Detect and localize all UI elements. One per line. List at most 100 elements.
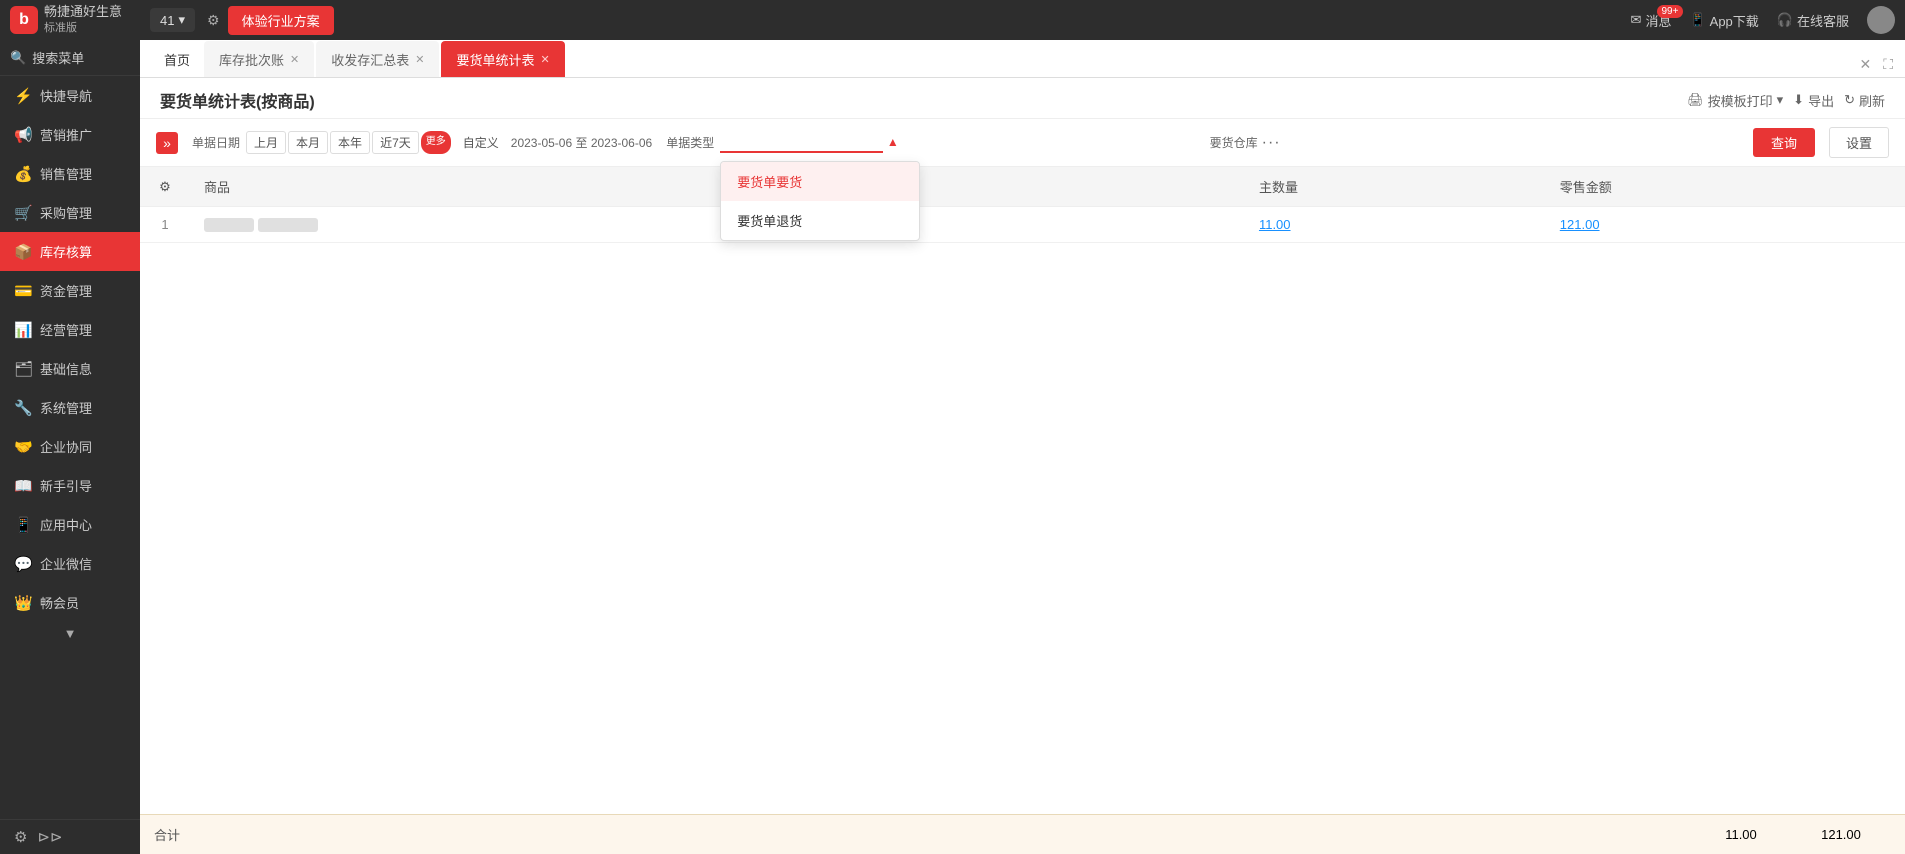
quick-nav-icon: ⚡	[14, 87, 32, 105]
message-icon: ✉	[1631, 12, 1642, 28]
sidebar-item-purchase[interactable]: 🛒 采购管理	[0, 193, 140, 232]
date-filter-group: 单据日期 上月 本月 本年 近7天 更多 自定义 2023-05-06 至 20…	[192, 131, 652, 154]
type-dropdown-container: ▲ 要货单要货 要货单退货	[720, 133, 1195, 153]
export-button[interactable]: ⬇ 导出	[1793, 91, 1834, 110]
col-quantity: 主数量	[1245, 167, 1546, 207]
more-shortcuts-badge[interactable]: 更多	[421, 131, 451, 154]
sidebar-item-basic-info[interactable]: 🗂 基础信息	[0, 349, 140, 388]
filter-bar: » 单据日期 上月 本月 本年 近7天 更多 自定义 2023-05-06 至 …	[140, 119, 1905, 167]
settings-button[interactable]: 设置	[1829, 127, 1889, 158]
dropdown-option-require-return[interactable]: 要货单退货	[721, 201, 919, 240]
tab-receivable-summary[interactable]: 收发存汇总表 ✕	[316, 41, 439, 77]
basic-info-icon: 🗂	[14, 360, 32, 378]
shortcut-this-year[interactable]: 本年	[330, 131, 370, 154]
shortcut-last-month[interactable]: 上月	[246, 131, 286, 154]
table-header-row: ⚙ 商品 主计量单位 主数量 零售金额	[140, 167, 1905, 207]
tab-close-order-summary[interactable]: ✕	[541, 53, 550, 66]
logo: b 畅捷通好生意 标准版	[10, 4, 150, 35]
type-filter-group: 单据类型 ▲ 要货单要货 要货单退货	[666, 133, 1195, 153]
search-icon: 🔍	[10, 50, 26, 66]
inventory-icon: 📦	[14, 243, 32, 261]
sales-icon: 💰	[14, 165, 32, 183]
custom-date-button[interactable]: 自定义	[457, 132, 505, 153]
topbar-right: ✉ 消息 99+ 📱 App下载 🎧 在线客服	[1631, 6, 1895, 34]
sidebar-item-guide[interactable]: 📖 新手引导	[0, 466, 140, 505]
sidebar-item-members[interactable]: 👑 畅会员	[0, 583, 140, 622]
col-amount: 零售金额	[1546, 167, 1905, 207]
phone-icon: 📱	[1689, 12, 1705, 28]
purchase-icon: 🛒	[14, 204, 32, 222]
sidebar-item-cooperation[interactable]: 🤝 企业协同	[0, 427, 140, 466]
logo-icon: b	[10, 6, 38, 34]
online-service-link[interactable]: 🎧 在线客服	[1777, 11, 1849, 30]
topbar-center: 41 ▾ ⚙ 体验行业方案	[150, 6, 1631, 35]
settings-icon[interactable]: ⚙	[14, 828, 27, 846]
company-selector[interactable]: 41 ▾	[150, 8, 195, 32]
refresh-button[interactable]: ↻ 刷新	[1844, 91, 1885, 110]
gear-icon[interactable]: ⚙	[207, 12, 220, 29]
warehouse-more-icon[interactable]: ···	[1262, 134, 1281, 152]
table-settings-header[interactable]: ⚙	[140, 167, 190, 207]
tab-maximize-icon[interactable]: ⛶	[1879, 52, 1897, 77]
avatar[interactable]	[1867, 6, 1895, 34]
filter-expand-button[interactable]: »	[156, 132, 178, 154]
operations-icon: 📊	[14, 321, 32, 339]
topbar: b 畅捷通好生意 标准版 41 ▾ ⚙ 体验行业方案 ✉ 消息 99+ 📱 Ap…	[0, 0, 1905, 40]
app-download-link[interactable]: 📱 App下载	[1689, 11, 1758, 30]
tab-close-all-icon[interactable]: ✕	[1855, 52, 1875, 77]
tab-order-summary[interactable]: 要货单统计表 ✕	[441, 41, 564, 77]
app-center-icon: 📱	[14, 516, 32, 534]
product-placeholder-2	[258, 218, 318, 232]
message-badge[interactable]: ✉ 消息 99+	[1631, 11, 1672, 30]
print-dropdown-icon: ▾	[1777, 92, 1784, 108]
wechat-icon: 💬	[14, 555, 32, 573]
shortcut-last-7-days[interactable]: 近7天	[372, 131, 419, 154]
page-header: 要货单统计表(按商品) 🖨 按模板打印 ▾ ⬇ 导出 ↻ 刷新	[140, 78, 1905, 119]
sidebar-item-sales[interactable]: 💰 销售管理	[0, 154, 140, 193]
sidebar-item-finance[interactable]: 💳 资金管理	[0, 271, 140, 310]
sidebar-item-marketing[interactable]: 📢 营销推广	[0, 115, 140, 154]
guide-icon: 📖	[14, 477, 32, 495]
dropdown-option-require-order[interactable]: 要货单要货	[721, 162, 919, 201]
finance-icon: 💳	[14, 282, 32, 300]
row-amount: 121.00	[1546, 207, 1905, 243]
table-row: 1 块 11.00 121.00	[140, 207, 1905, 243]
sidebar-item-wechat[interactable]: 💬 企业微信	[0, 544, 140, 583]
trial-button[interactable]: 体验行业方案	[228, 6, 334, 35]
tab-close-inventory-batch[interactable]: ✕	[290, 53, 299, 66]
sidebar-search[interactable]: 🔍 搜索菜单	[0, 40, 140, 76]
date-shortcuts: 上月 本月 本年 近7天 更多	[246, 131, 451, 154]
sidebar-item-inventory[interactable]: 📦 库存核算	[0, 232, 140, 271]
type-filter-input[interactable]	[720, 133, 883, 153]
page-title: 要货单统计表(按商品)	[160, 88, 315, 112]
cooperation-icon: 🤝	[14, 438, 32, 456]
row-quantity: 11.00	[1245, 207, 1546, 243]
product-placeholder-1	[204, 218, 254, 232]
headset-icon: 🎧	[1777, 12, 1793, 28]
query-button[interactable]: 查询	[1753, 128, 1815, 157]
table-header: ⚙ 商品 主计量单位 主数量 零售金额	[140, 167, 1905, 207]
sidebar-item-quick-nav[interactable]: ⚡ 快捷导航	[0, 76, 140, 115]
type-dropdown-arrow[interactable]: ▲	[887, 135, 899, 149]
sidebar-item-operations[interactable]: 📊 经营管理	[0, 310, 140, 349]
table-body: 1 块 11.00 121.00	[140, 207, 1905, 243]
sidebar-scroll-down[interactable]: ▼	[0, 622, 140, 645]
collapse-icon[interactable]: ⊳⊳	[37, 828, 62, 846]
tabbar: 首页 库存批次账 ✕ 收发存汇总表 ✕ 要货单统计表 ✕ ✕ ⛶	[140, 40, 1905, 78]
print-icon: 🖨	[1687, 92, 1704, 108]
export-icon: ⬇	[1793, 92, 1804, 108]
sidebar-item-app-center[interactable]: 📱 应用中心	[0, 505, 140, 544]
print-button[interactable]: 🖨 按模板打印 ▾	[1687, 91, 1783, 110]
tab-inventory-batch[interactable]: 库存批次账 ✕	[204, 41, 314, 77]
sidebar-item-system[interactable]: 🔧 系统管理	[0, 388, 140, 427]
footer-label: 合计	[154, 825, 200, 844]
tab-home[interactable]: 首页	[150, 42, 204, 77]
marketing-icon: 📢	[14, 126, 32, 144]
table-area: ⚙ 商品 主计量单位 主数量 零售金额 1	[140, 167, 1905, 814]
shortcut-this-month[interactable]: 本月	[288, 131, 328, 154]
tab-close-receivable-summary[interactable]: ✕	[415, 53, 424, 66]
members-icon: 👑	[14, 594, 32, 612]
content-area: 首页 库存批次账 ✕ 收发存汇总表 ✕ 要货单统计表 ✕ ✕ ⛶ 要货单统计表(…	[140, 40, 1905, 854]
main-layout: 🔍 搜索菜单 ⚡ 快捷导航 📢 营销推广 💰 销售管理 🛒 采购管理 📦 库存核…	[0, 40, 1905, 854]
sidebar: 🔍 搜索菜单 ⚡ 快捷导航 📢 营销推广 💰 销售管理 🛒 采购管理 📦 库存核…	[0, 40, 140, 854]
